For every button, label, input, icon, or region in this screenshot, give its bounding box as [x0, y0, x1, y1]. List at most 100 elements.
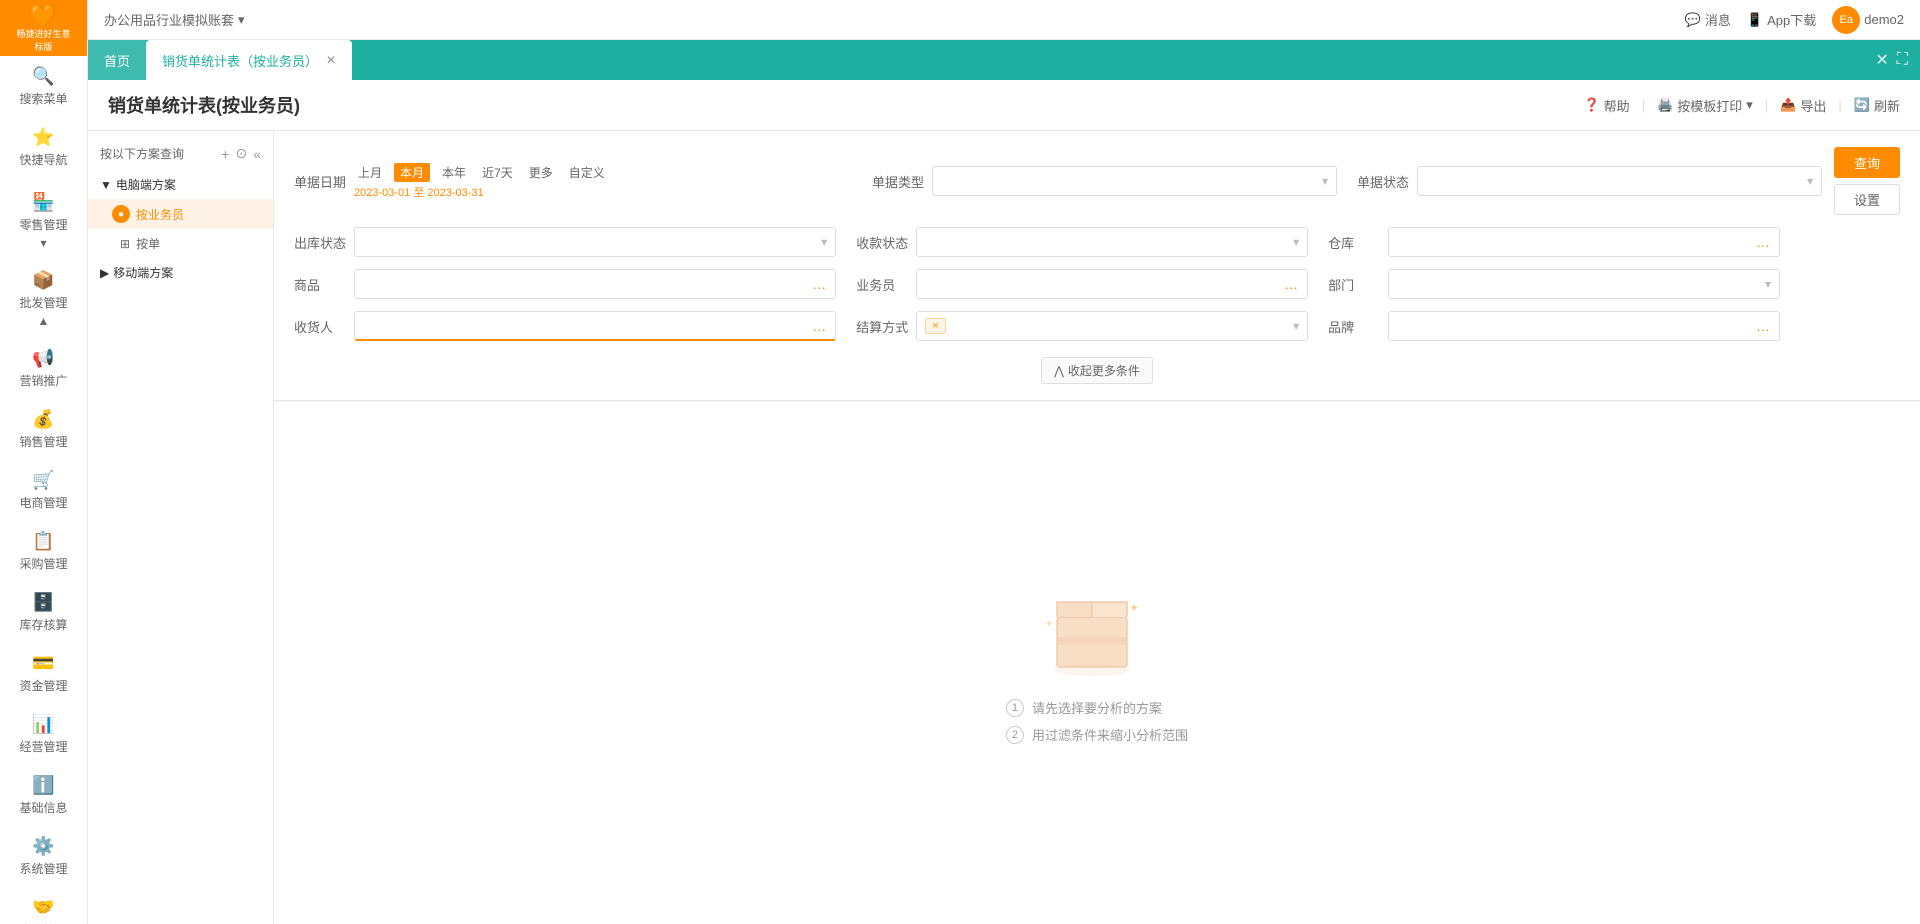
step-num-1: 1: [1006, 699, 1024, 717]
sidebar-system-label: 系统管理: [19, 860, 67, 877]
collapse-btn[interactable]: ⋀ 收起更多条件: [1041, 357, 1153, 384]
sidebar-item-finance[interactable]: 💳 资金管理: [0, 643, 88, 704]
sidebar-item-operation[interactable]: 📊 经营管理: [0, 704, 88, 765]
scheme-group-mobile[interactable]: ▶ 移动端方案: [88, 258, 273, 287]
receiptstatus-input-field[interactable]: [925, 235, 1293, 249]
payment-label: 结算方式: [856, 317, 908, 336]
sidebar-marketing-label: 营销推广: [19, 372, 67, 389]
sidebar-item-search[interactable]: 🔍 搜索菜单: [0, 56, 88, 117]
sidebar-item-marketing[interactable]: 📢 营销推广: [0, 338, 88, 399]
filter-outstatus-field: 出库状态 ▾: [294, 227, 836, 257]
breadcrumb-dropdown[interactable]: 办公用品行业模拟账套 ▾: [104, 10, 245, 29]
warehouse-input-field[interactable]: [1397, 235, 1756, 249]
divider-1: |: [1642, 98, 1645, 113]
app-download-btn[interactable]: 📱 App下载: [1747, 10, 1816, 29]
scheme-group-pc-header[interactable]: ▼ 电脑端方案: [88, 170, 273, 199]
breadcrumb-text: 办公用品行业模拟账套: [104, 10, 234, 29]
user-name: demo2: [1864, 12, 1904, 27]
brand-input[interactable]: …: [1388, 311, 1780, 341]
department-input-field[interactable]: [1397, 277, 1765, 291]
scheme-add-btn[interactable]: +: [221, 146, 229, 162]
settings-btn[interactable]: 设置: [1834, 184, 1900, 215]
receiptstatus-input[interactable]: ▾: [916, 227, 1308, 257]
sidebar-item-purchase[interactable]: 📋 采购管理: [0, 521, 88, 582]
goods-label: 商品: [294, 275, 346, 294]
sidebar-item-inventory[interactable]: 🗄️ 库存核算: [0, 582, 88, 643]
step-2-text: 用过滤条件来缩小分析范围: [1032, 725, 1188, 744]
sidebar-item-basic[interactable]: ℹ️ 基础信息: [0, 765, 88, 826]
step-1-text: 请先选择要分析的方案: [1032, 698, 1162, 717]
docstatus-input[interactable]: ▾: [1417, 166, 1822, 196]
query-btn[interactable]: 查询: [1834, 147, 1900, 178]
tab-sales-stat[interactable]: 销货单统计表（按业务员） ✕: [146, 40, 352, 80]
purchase-icon: 📋: [32, 531, 54, 552]
goods-input-field[interactable]: [363, 277, 812, 291]
salesperson-more-icon[interactable]: …: [1284, 276, 1299, 292]
department-input[interactable]: ▾: [1388, 269, 1780, 299]
template-print-btn[interactable]: 🖨️ 按模板打印 ▾: [1657, 96, 1753, 115]
message-btn[interactable]: 💬 消息: [1685, 10, 1731, 29]
scheme-settings-btn[interactable]: ⊙: [235, 145, 247, 162]
step-num-2: 2: [1006, 726, 1024, 744]
sidebar-item-ecom[interactable]: 🛒 电商管理: [0, 460, 88, 521]
empty-step-1: 1 请先选择要分析的方案: [1006, 698, 1188, 717]
scheme-item-salesperson[interactable]: ● 按业务员: [88, 199, 273, 229]
warehouse-more-icon[interactable]: …: [1756, 234, 1771, 250]
payment-tag-close[interactable]: ×: [932, 320, 938, 332]
brand-input-field[interactable]: [1397, 319, 1756, 333]
consignee-more-icon[interactable]: …: [812, 318, 827, 334]
topbar-left: 办公用品行业模拟账套 ▾: [104, 10, 245, 29]
doctype-input[interactable]: ▾: [932, 166, 1337, 196]
scheme-item-order[interactable]: ⊞ 按单: [88, 229, 273, 258]
system-icon: ⚙️: [32, 836, 54, 857]
logo-icon: 🧡: [30, 3, 57, 29]
user-menu[interactable]: Ea demo2: [1832, 6, 1904, 34]
refresh-btn[interactable]: 🔄 刷新: [1854, 96, 1900, 115]
sidebar-ecom-label: 电商管理: [19, 494, 67, 511]
consignee-input[interactable]: …: [354, 311, 836, 341]
date-tab-prev-month[interactable]: 上月: [354, 163, 386, 182]
tab-sales-stat-label: 销货单统计表（按业务员）: [162, 51, 318, 70]
payment-input[interactable]: × ▾: [916, 311, 1308, 341]
doctype-input-field[interactable]: [941, 174, 1322, 188]
payment-tag: ×: [925, 318, 945, 334]
sidebar-item-wholesale[interactable]: 📦 批发管理 ▲: [0, 260, 88, 338]
tab-close-icon[interactable]: ✕: [326, 53, 336, 67]
brand-more-icon[interactable]: …: [1756, 318, 1771, 334]
consignee-input-field[interactable]: [363, 319, 812, 333]
filter-panel: 单据日期 上月 本月 本年 近7天 更多 自定义 20: [274, 131, 1920, 401]
warehouse-input[interactable]: …: [1388, 227, 1780, 257]
goods-input[interactable]: …: [354, 269, 836, 299]
body-area: 按以下方案查询 + ⊙ « ▼ 电脑端方案 ● 按业务员: [88, 131, 1920, 924]
export-btn[interactable]: 📤 导出: [1780, 96, 1826, 115]
tabbar-right: ✕ ⛶: [1875, 50, 1920, 70]
filter-brand-field: 品牌 …: [1328, 311, 1780, 341]
sidebar-item-sales[interactable]: 💰 销售管理: [0, 399, 88, 460]
date-tab-more[interactable]: 更多: [525, 163, 557, 182]
sidebar-item-system[interactable]: ⚙️ 系统管理: [0, 826, 88, 887]
sidebar-item-quicknav[interactable]: ⭐ 快捷导航: [0, 117, 88, 178]
salesperson-label: 业务员: [856, 275, 908, 294]
outstatus-input[interactable]: ▾: [354, 227, 836, 257]
sidebar-item-corp[interactable]: 🤝 企业协同: [0, 887, 88, 924]
doctype-dropdown-icon: ▾: [1322, 174, 1328, 188]
sidebar-item-retail[interactable]: 🏪 零售管理 ▾: [0, 182, 88, 260]
scheme-collapse-btn[interactable]: «: [253, 146, 261, 162]
salesperson-input[interactable]: …: [916, 269, 1308, 299]
goods-more-icon[interactable]: …: [812, 276, 827, 292]
main-area: 办公用品行业模拟账套 ▾ 💬 消息 📱 App下载 Ea demo2 首页: [88, 0, 1920, 924]
date-tab-custom[interactable]: 自定义: [565, 163, 609, 182]
filter-right-btns: 查询 设置: [1822, 147, 1900, 215]
tab-maximize-icon[interactable]: ⛶: [1897, 51, 1908, 69]
help-btn[interactable]: ❓ 帮助: [1583, 96, 1629, 115]
date-tab-7days[interactable]: 近7天: [478, 163, 517, 182]
date-tab-this-year[interactable]: 本年: [438, 163, 470, 182]
tab-close-window-icon[interactable]: ✕: [1875, 50, 1888, 70]
date-tab-this-month[interactable]: 本月: [394, 163, 430, 182]
tab-home[interactable]: 首页: [88, 40, 146, 80]
scheme-group-pc-label: 电脑端方案: [116, 176, 176, 193]
docstatus-input-field[interactable]: [1426, 174, 1807, 188]
salesperson-input-field[interactable]: [925, 277, 1284, 291]
outstatus-input-field[interactable]: [363, 235, 821, 249]
page-header-actions: ❓ 帮助 | 🖨️ 按模板打印 ▾ | 📤 导出 | 🔄 刷新: [1583, 96, 1900, 115]
